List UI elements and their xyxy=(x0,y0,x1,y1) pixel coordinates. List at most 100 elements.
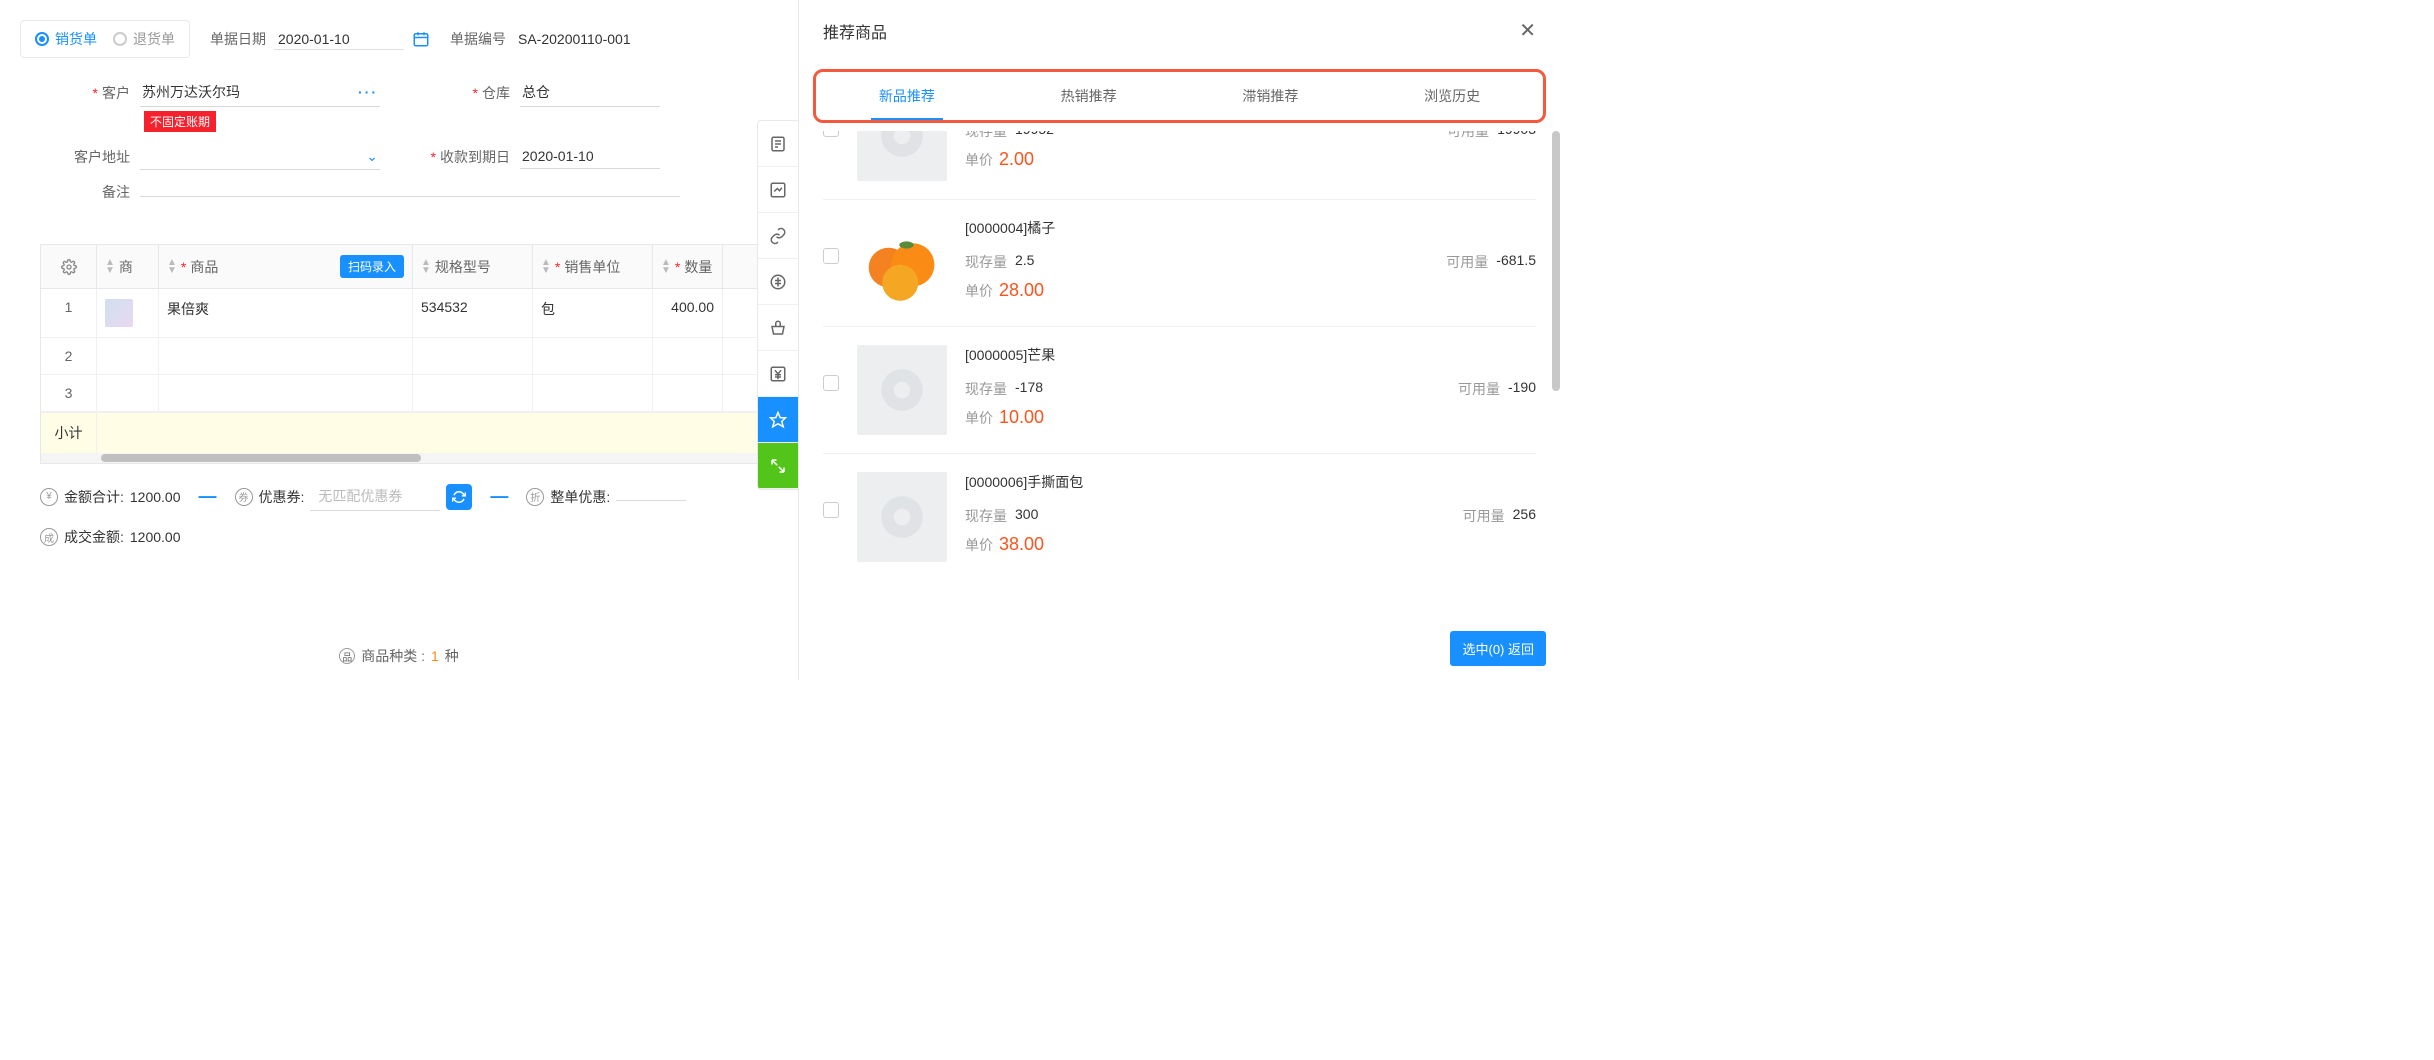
customer-label: 客户 xyxy=(102,85,130,101)
coupon-field: 券 优惠券: 无匹配优惠券 xyxy=(235,482,473,511)
remark-field: 备注 xyxy=(40,182,680,202)
tab-history[interactable]: 浏览历史 xyxy=(1361,74,1543,118)
product-image-placeholder xyxy=(857,472,947,562)
whole-discount-field: 折 整单优惠: xyxy=(526,487,686,507)
minus-icon: — xyxy=(490,486,508,507)
vendor-col-header[interactable]: ▲▼商 xyxy=(97,245,159,288)
minus-icon: — xyxy=(199,486,217,507)
refresh-button[interactable] xyxy=(446,484,472,510)
customer-value: 苏州万达沃尔玛 xyxy=(142,82,240,102)
totals-area: ¥ 金额合计: 1200.00 — 券 优惠券: 无匹配优惠券 — 折 整单优惠… xyxy=(0,464,798,565)
qty-col-header[interactable]: ▲▼*数量 xyxy=(653,245,723,288)
doc-no-value: SA-20200110-001 xyxy=(514,29,644,49)
link-icon[interactable] xyxy=(758,213,798,259)
doc-date-label: 单据日期 xyxy=(210,29,266,49)
currency-icon[interactable] xyxy=(758,259,798,305)
row-vendor xyxy=(97,289,159,337)
settings-col-header[interactable] xyxy=(41,245,97,288)
radio-sales-order[interactable]: 销货单 xyxy=(35,29,97,49)
radio-return-order[interactable]: 退货单 xyxy=(113,29,175,49)
gear-icon xyxy=(61,259,77,275)
remark-input[interactable] xyxy=(140,188,680,197)
doc-type-radio-group: 销货单 退货单 xyxy=(20,20,190,58)
main-form-panel: 销货单 退货单 单据日期 2020-01-10 单据编号 SA-20200110… xyxy=(0,0,798,680)
deal-icon: 成 xyxy=(40,528,58,546)
recommend-panel: 推荐商品 ✕ 新品推荐 热销推荐 滞销推荐 浏览历史 250ml xyxy=(798,0,1560,680)
product-checkbox[interactable] xyxy=(823,131,839,137)
address-input[interactable]: ⌄ xyxy=(140,144,380,170)
radio-icon xyxy=(113,32,127,46)
customer-badge: 不固定账期 xyxy=(144,111,216,132)
product-checkbox[interactable] xyxy=(823,502,839,518)
form-area: *客户 苏州万达沃尔玛 ··· 不固定账期 *仓库 总仓 xyxy=(0,68,798,224)
tab-slow[interactable]: 滞销推荐 xyxy=(1180,74,1362,118)
warehouse-value: 总仓 xyxy=(522,82,550,102)
product-title: [0000005]芒果 xyxy=(965,345,1536,365)
row-qty[interactable]: 400.00 xyxy=(653,289,723,337)
whole-discount-input[interactable] xyxy=(616,492,686,501)
address-field: 客户地址 ⌄ xyxy=(40,144,380,170)
due-date-field: *收款到期日 2020-01-10 xyxy=(420,144,660,169)
address-label: 客户地址 xyxy=(74,149,130,165)
tab-new[interactable]: 新品推荐 xyxy=(816,74,998,118)
spec-col-header[interactable]: ▲▼规格型号 xyxy=(413,245,533,288)
chevron-down-icon[interactable]: ⌄ xyxy=(366,148,378,165)
doc-date-field: 单据日期 2020-01-10 xyxy=(210,29,430,50)
expand-icon[interactable] xyxy=(758,443,798,489)
category-icon: 品 xyxy=(339,648,355,664)
scrollbar-thumb[interactable] xyxy=(101,454,421,462)
warehouse-field: *仓库 总仓 xyxy=(420,78,660,107)
vertical-scrollbar[interactable] xyxy=(1552,131,1560,391)
warehouse-label: 仓库 xyxy=(482,85,510,101)
coupon-input[interactable]: 无匹配优惠券 xyxy=(310,482,440,511)
tab-hot[interactable]: 热销推荐 xyxy=(998,74,1180,118)
detail-icon[interactable] xyxy=(758,121,798,167)
amount-total: ¥ 金额合计: 1200.00 xyxy=(40,487,181,507)
recommend-header: 推荐商品 ✕ xyxy=(799,0,1560,61)
warehouse-input[interactable]: 总仓 xyxy=(520,78,660,107)
subtotal-row: 小计 xyxy=(41,412,757,453)
unit-col-header[interactable]: ▲▼*销售单位 xyxy=(533,245,653,288)
radio-label: 销货单 xyxy=(55,29,97,49)
table-row[interactable]: 3 xyxy=(41,375,757,412)
recommend-tabs: 新品推荐 热销推荐 滞销推荐 浏览历史 xyxy=(816,74,1543,118)
recommend-list: 250ml 现存量19952 可用量19903 单价2.00 [0000004]… xyxy=(799,131,1560,680)
customer-input[interactable]: 苏州万达沃尔玛 ··· xyxy=(140,78,380,107)
product-title: [0000006]手撕面包 xyxy=(965,472,1536,492)
product-col-header[interactable]: ▲▼*商品 扫码录入 xyxy=(159,245,413,288)
rmb-icon[interactable] xyxy=(758,351,798,397)
product-checkbox[interactable] xyxy=(823,248,839,264)
line-items-table: ▲▼商 ▲▼*商品 扫码录入 ▲▼规格型号 ▲▼*销售单位 ▲▼*数量 1 果倍… xyxy=(40,244,758,464)
doc-date-value[interactable]: 2020-01-10 xyxy=(274,29,404,50)
row-spec[interactable]: 534532 xyxy=(413,289,533,337)
row-index: 1 xyxy=(41,289,97,337)
deal-amount: 成 成交金额: 1200.00 xyxy=(40,527,181,547)
customer-field: *客户 苏州万达沃尔玛 ··· xyxy=(40,78,380,107)
due-value: 2020-01-10 xyxy=(522,148,594,164)
table-row[interactable]: 2 xyxy=(41,338,757,375)
scan-button[interactable]: 扫码录入 xyxy=(340,255,404,278)
doc-no-label: 单据编号 xyxy=(450,29,506,49)
yen-icon: ¥ xyxy=(40,488,58,506)
table-row[interactable]: 1 果倍爽 534532 包 400.00 xyxy=(41,289,757,338)
row-product[interactable]: 果倍爽 xyxy=(159,289,413,337)
basket-icon[interactable] xyxy=(758,305,798,351)
product-item: [0000006]手撕面包 现存量300 可用量256 单价38.00 xyxy=(823,454,1536,580)
ellipsis-icon[interactable]: ··· xyxy=(358,84,378,100)
star-icon[interactable] xyxy=(758,397,798,443)
close-icon[interactable]: ✕ xyxy=(1519,18,1536,43)
due-label: 收款到期日 xyxy=(440,149,510,165)
header-bar: 销货单 退货单 单据日期 2020-01-10 单据编号 SA-20200110… xyxy=(0,10,798,68)
remark-label: 备注 xyxy=(102,184,130,200)
recommend-title: 推荐商品 xyxy=(823,19,887,43)
product-thumb-icon xyxy=(105,299,133,327)
row-unit[interactable]: 包 xyxy=(533,289,653,337)
calendar-icon[interactable] xyxy=(412,30,430,48)
due-input[interactable]: 2020-01-10 xyxy=(520,144,660,169)
select-return-button[interactable]: 选中(0) 返回 xyxy=(1450,631,1546,666)
horizontal-scrollbar[interactable] xyxy=(41,453,757,463)
product-image-placeholder xyxy=(857,345,947,435)
row-index: 3 xyxy=(41,375,97,411)
chart-icon[interactable] xyxy=(758,167,798,213)
product-checkbox[interactable] xyxy=(823,375,839,391)
